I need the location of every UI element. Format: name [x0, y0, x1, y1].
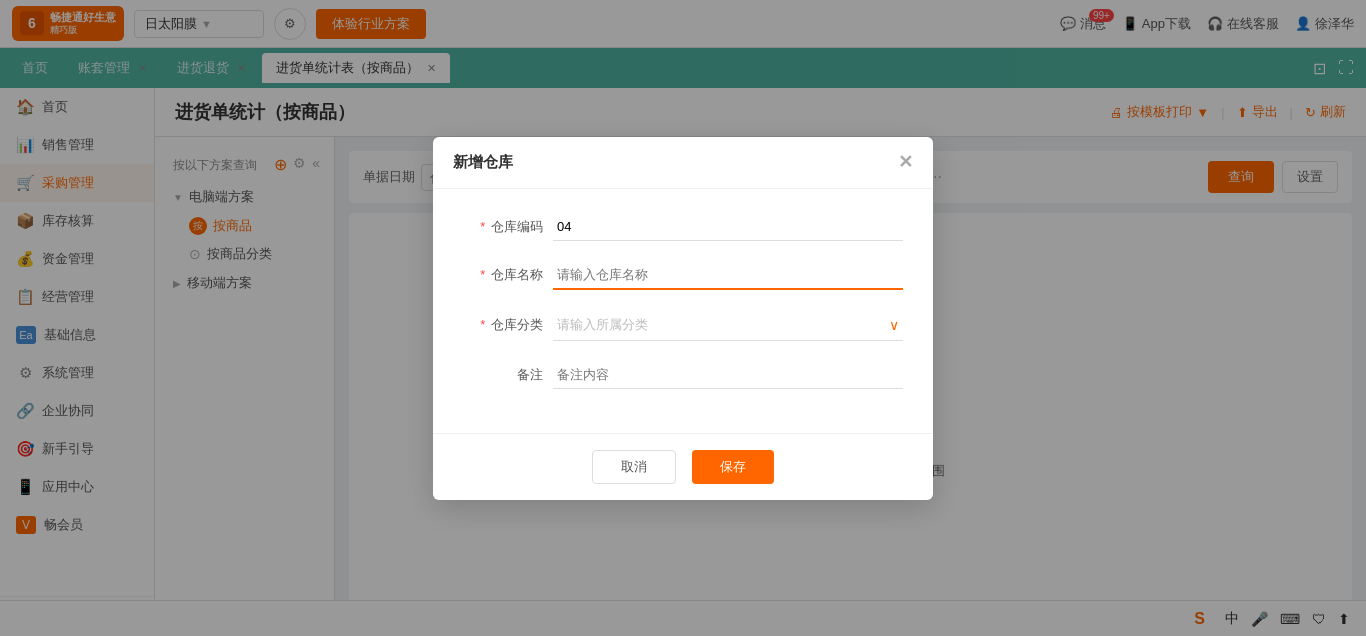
code-input[interactable]: [553, 213, 903, 241]
modal-overlay: 新增仓库 ✕ * 仓库编码 * 仓库名称: [0, 0, 1366, 636]
category-placeholder: 请输入所属分类: [557, 316, 648, 334]
modal-footer: 取消 保存: [433, 433, 933, 500]
note-row: 备注: [463, 361, 903, 389]
add-warehouse-modal: 新增仓库 ✕ * 仓库编码 * 仓库名称: [433, 137, 933, 500]
save-button[interactable]: 保存: [692, 450, 774, 484]
category-row: * 仓库分类 请输入所属分类 ∨: [463, 310, 903, 341]
name-row: * 仓库名称: [463, 261, 903, 290]
modal-close-button[interactable]: ✕: [898, 153, 913, 171]
code-label: * 仓库编码: [463, 218, 543, 236]
name-label: * 仓库名称: [463, 266, 543, 284]
category-select[interactable]: 请输入所属分类 ∨: [553, 310, 903, 341]
category-required: *: [480, 317, 485, 332]
note-label: 备注: [463, 366, 543, 384]
modal-header: 新增仓库 ✕: [433, 137, 933, 189]
modal-body: * 仓库编码 * 仓库名称 * 仓库分类 请输入所属: [433, 189, 933, 433]
cancel-button[interactable]: 取消: [592, 450, 676, 484]
name-input[interactable]: [553, 261, 903, 290]
code-row: * 仓库编码: [463, 213, 903, 241]
category-dropdown-icon: ∨: [889, 317, 899, 333]
name-required: *: [480, 267, 485, 282]
code-required: *: [480, 219, 485, 234]
category-label: * 仓库分类: [463, 316, 543, 334]
modal-title: 新增仓库: [453, 153, 513, 172]
note-input[interactable]: [553, 361, 903, 389]
